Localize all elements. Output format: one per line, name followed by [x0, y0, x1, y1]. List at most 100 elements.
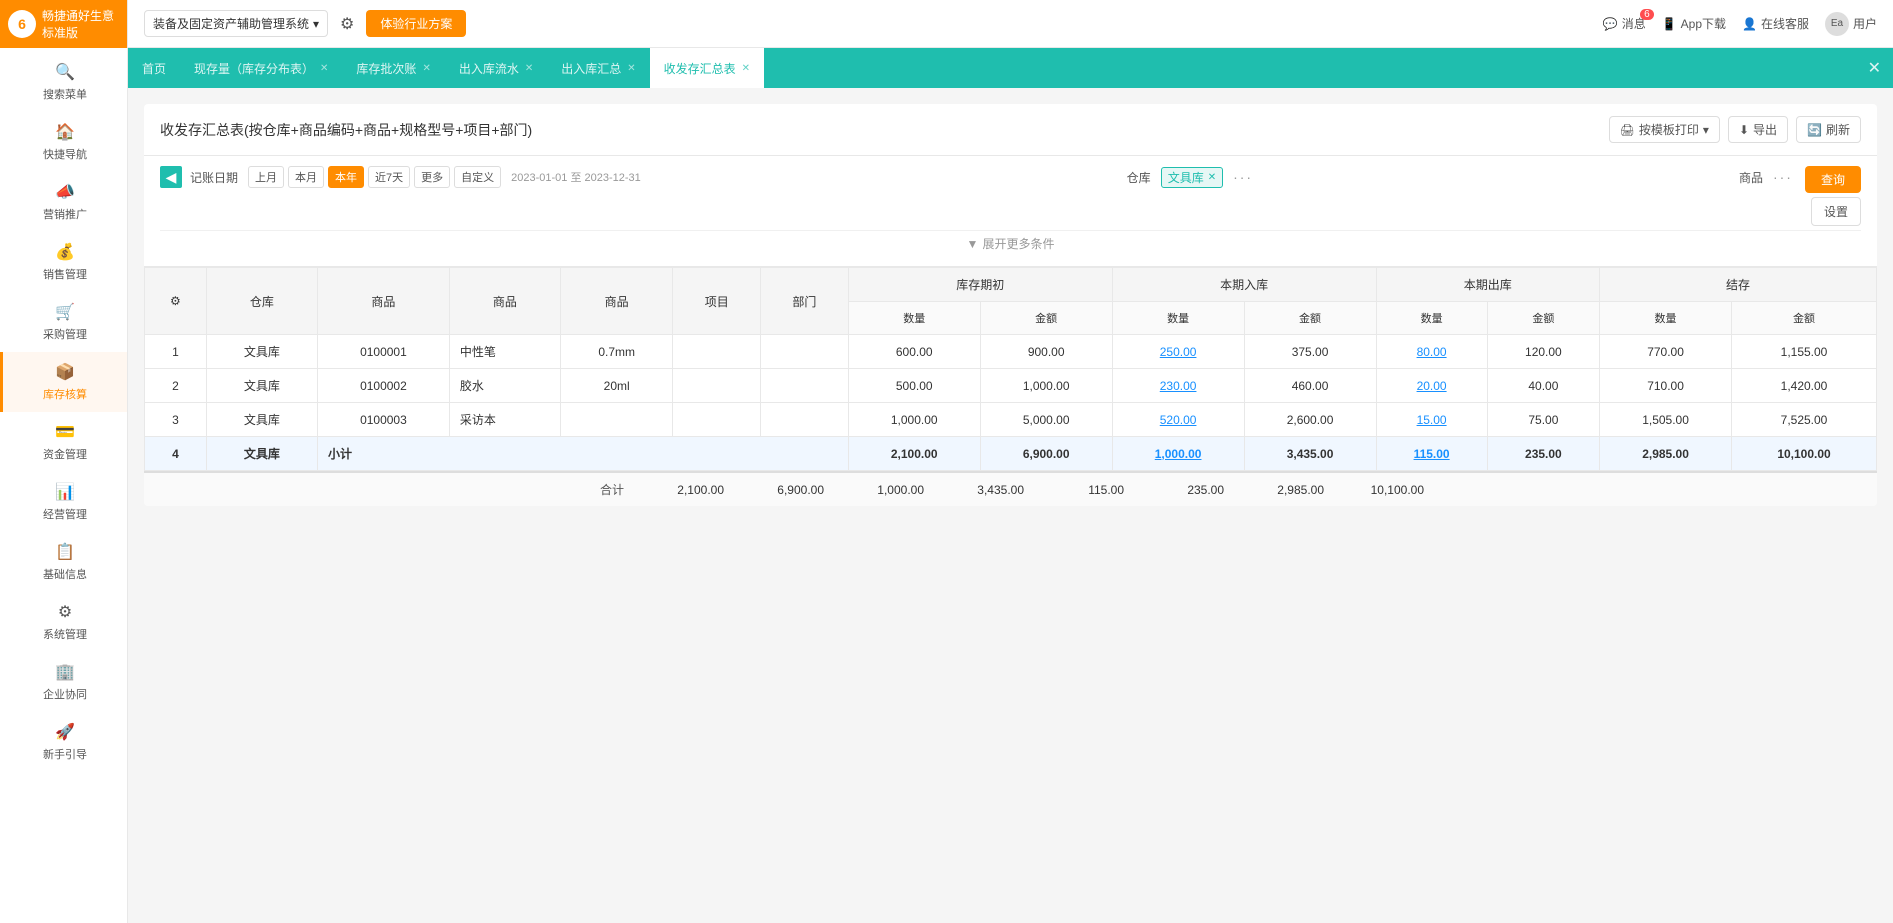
tab-close-inventory-dist[interactable]: ✕ — [320, 63, 328, 74]
user-item[interactable]: Ea 用户 — [1825, 12, 1877, 36]
cell-out-qty[interactable]: 80.00 — [1376, 335, 1487, 369]
cell-dept — [761, 403, 849, 437]
sidebar-item-basic[interactable]: 📋基础信息 — [0, 532, 127, 592]
date-filter-btn-自定义[interactable]: 自定义 — [454, 166, 501, 188]
cell-in-qty[interactable]: 230.00 — [1112, 369, 1244, 403]
system-title-dropdown[interactable]: 装备及固定资产辅助管理系统 ▾ — [144, 10, 328, 37]
cell-out-qty[interactable]: 20.00 — [1376, 369, 1487, 403]
cell-out-amt: 75.00 — [1487, 403, 1599, 437]
sidebar-item-operations[interactable]: 📊经营管理 — [0, 472, 127, 532]
data-table-container: ⚙ 仓库 商品 商品 商品 项目 部门 库存期初 本期入库 本期出库 结存 — [144, 267, 1877, 506]
sidebar-item-label-system: 系统管理 — [43, 626, 87, 642]
col-no: ⚙ — [145, 268, 207, 335]
cell-in-qty[interactable]: 520.00 — [1112, 403, 1244, 437]
export-button[interactable]: ⬇ 导出 — [1728, 116, 1788, 143]
sidebar-item-system[interactable]: ⚙系统管理 — [0, 592, 127, 652]
footer-in-amt: 3,435.00 — [944, 483, 1024, 497]
tab-inventory-dist[interactable]: 现存量（库存分布表） ✕ — [180, 48, 342, 88]
page-actions: 🖨 按模板打印 ▾ ⬇ 导出 🔄 刷新 — [1609, 116, 1861, 143]
data-table: ⚙ 仓库 商品 商品 商品 项目 部门 库存期初 本期入库 本期出库 结存 — [144, 267, 1877, 471]
filter-toggle-button[interactable]: ◀ — [160, 166, 182, 188]
date-label: 记账日期 — [190, 169, 238, 186]
refresh-icon: 🔄 — [1807, 123, 1822, 137]
header-settings-icon[interactable]: ⚙ — [340, 14, 354, 34]
tab-label-inventory-dist: 现存量（库存分布表） — [194, 60, 314, 77]
system-title: 装备及固定资产辅助管理系统 — [153, 15, 309, 32]
app-download-item[interactable]: 📱 App下载 — [1662, 15, 1726, 32]
date-filter-btn-上月[interactable]: 上月 — [248, 166, 284, 188]
cell-warehouse: 文具库 — [206, 335, 317, 369]
date-filter-btn-近7天[interactable]: 近7天 — [368, 166, 410, 188]
sidebar-item-enterprise[interactable]: 🏢企业协同 — [0, 652, 127, 712]
query-button[interactable]: 查询 — [1805, 166, 1861, 193]
main-content: 装备及固定资产辅助管理系统 ▾ ⚙ 体验行业方案 💬 消息 6 📱 App下载 … — [128, 0, 1893, 923]
tab-home[interactable]: 首页 — [128, 48, 180, 88]
basic-icon: 📋 — [55, 542, 75, 562]
expand-conditions-button[interactable]: ▼ 展开更多条件 — [160, 230, 1861, 256]
date-filter-btn-本月[interactable]: 本月 — [288, 166, 324, 188]
page-content: 收发存汇总表(按仓库+商品编码+商品+规格型号+项目+部门) 🖨 按模板打印 ▾… — [128, 88, 1893, 923]
tab-close-recv-send-summary[interactable]: ✕ — [742, 63, 750, 74]
sidebar-item-marketing[interactable]: 📣营销推广 — [0, 172, 127, 232]
warehouse-tag-close-icon[interactable]: ✕ — [1208, 172, 1216, 183]
sidebar-item-quick-nav[interactable]: 🏠快捷导航 — [0, 112, 127, 172]
tab-close-batch-ledger[interactable]: ✕ — [422, 63, 430, 74]
print-button[interactable]: 🖨 按模板打印 ▾ — [1609, 116, 1720, 143]
sidebar-item-inventory[interactable]: 📦库存核算 — [0, 352, 127, 412]
tab-in-out-flow[interactable]: 出入库流水 ✕ — [445, 48, 547, 88]
inventory-icon: 📦 — [55, 362, 75, 382]
cell-code: 0100003 — [317, 403, 449, 437]
tab-close-in-out-flow[interactable]: ✕ — [525, 63, 533, 74]
warehouse-tag[interactable]: 文具库 ✕ — [1161, 167, 1223, 188]
tab-batch-ledger[interactable]: 库存批次账✕ — [342, 48, 444, 88]
cell-no: 3 — [145, 403, 207, 437]
sidebar-item-label-finance: 资金管理 — [43, 446, 87, 462]
filter-area: ◀ 记账日期 上月本月本年近7天更多自定义 2023-01-01 至 2023-… — [144, 156, 1877, 267]
subtotal-in-amt: 3,435.00 — [1244, 437, 1376, 471]
date-filter-btn-本年[interactable]: 本年 — [328, 166, 364, 188]
sidebar-item-guide[interactable]: 🚀新手引导 — [0, 712, 127, 772]
trial-button[interactable]: 体验行业方案 — [366, 10, 466, 37]
date-filter-btn-更多[interactable]: 更多 — [414, 166, 450, 188]
logo-text: 畅捷通好生意 标准版 — [42, 7, 114, 41]
cell-dept — [761, 369, 849, 403]
warehouse-tag-text: 文具库 — [1168, 169, 1204, 186]
col-in-stock: 本期入库 — [1112, 268, 1376, 302]
sidebar-item-purchase[interactable]: 🛒采购管理 — [0, 292, 127, 352]
table-header-row-1: ⚙ 仓库 商品 商品 商品 项目 部门 库存期初 本期入库 本期出库 结存 — [145, 268, 1877, 302]
sidebar-item-finance[interactable]: 💳 资金管理 — [0, 412, 127, 472]
table-row: 3 文具库 0100003 采访本 1,000.00 5,000.00 520.… — [145, 403, 1877, 437]
sidebar-item-label-enterprise: 企业协同 — [43, 686, 87, 702]
tab-recv-send-summary[interactable]: 收发存汇总表✕ — [650, 48, 764, 88]
cell-in-qty[interactable]: 250.00 — [1112, 335, 1244, 369]
marketing-icon: 📣 — [55, 182, 75, 202]
message-icon-item[interactable]: 💬 消息 6 — [1603, 15, 1646, 32]
warehouse-more-btn[interactable]: ··· — [1233, 169, 1253, 185]
cell-out-qty[interactable]: 15.00 — [1376, 403, 1487, 437]
tab-label-in-out-flow: 出入库流水 — [459, 60, 519, 77]
cell-dept — [761, 335, 849, 369]
col-warehouse: 仓库 — [206, 268, 317, 335]
cell-in-amt: 375.00 — [1244, 335, 1376, 369]
sidebar-item-sales[interactable]: 💰销售管理 — [0, 232, 127, 292]
footer-in-qty: 1,000.00 — [844, 483, 924, 497]
sidebar-item-label-search: 搜索菜单 — [43, 86, 87, 102]
goods-more-btn[interactable]: ··· — [1773, 169, 1793, 185]
tab-in-out-summary[interactable]: 出入库汇总✕ — [547, 48, 649, 88]
sidebar: 6 畅捷通好生意 标准版 🔍搜索菜单🏠快捷导航📣营销推广💰销售管理🛒采购管理📦库… — [0, 0, 128, 923]
subtotal-init-qty: 2,100.00 — [848, 437, 980, 471]
refresh-button[interactable]: 🔄 刷新 — [1796, 116, 1861, 143]
cell-init-qty: 600.00 — [848, 335, 980, 369]
tab-close-in-out-summary[interactable]: ✕ — [627, 63, 635, 74]
sidebar-item-search[interactable]: 🔍搜索菜单 — [0, 52, 127, 112]
col-settings-icon[interactable]: ⚙ — [170, 294, 181, 308]
purchase-icon: 🛒 — [55, 302, 75, 322]
cell-name: 胶水 — [449, 369, 560, 403]
finance-icon: 💳 — [55, 422, 75, 442]
online-service-item[interactable]: 👤 在线客服 — [1742, 15, 1809, 32]
settings-button[interactable]: 设置 — [1811, 197, 1861, 226]
close-all-tabs-button[interactable]: ✕ — [1856, 58, 1893, 78]
export-icon: ⬇ — [1739, 123, 1749, 137]
expand-icon: ▼ — [967, 237, 979, 251]
cell-warehouse: 文具库 — [206, 369, 317, 403]
